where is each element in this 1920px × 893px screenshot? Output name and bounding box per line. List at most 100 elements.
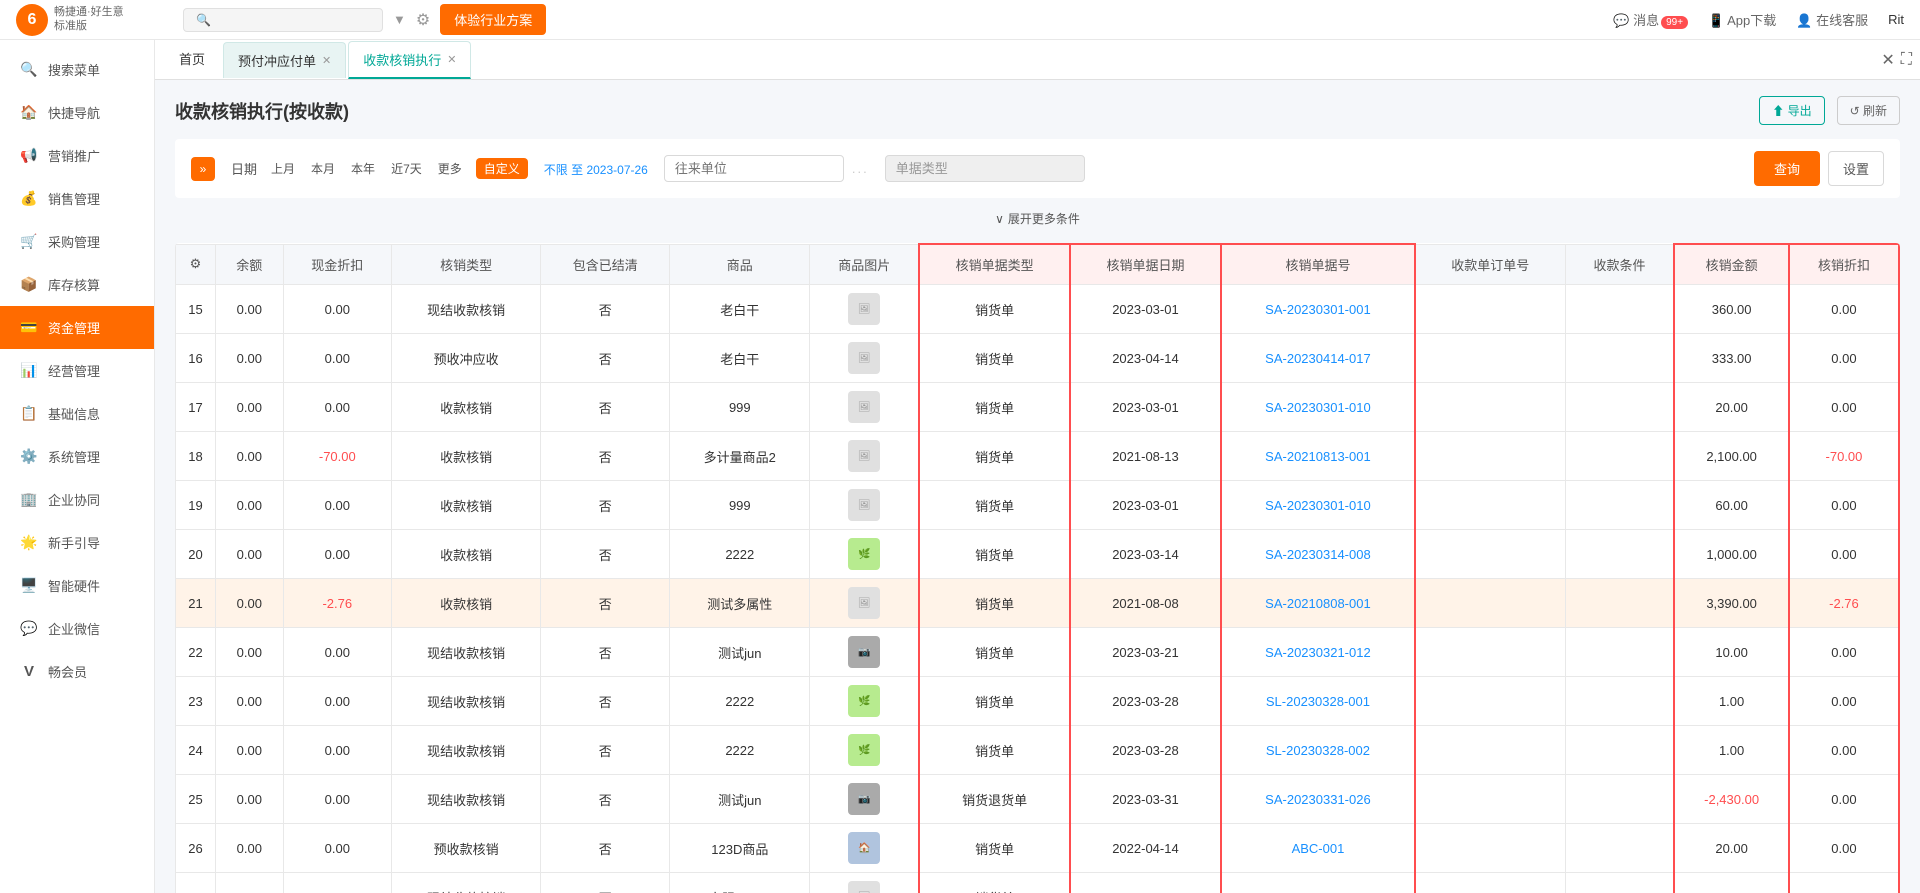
user-name[interactable]: Rit	[1888, 12, 1904, 27]
partner-input[interactable]	[664, 155, 844, 182]
cell-verify-receipt-date: 2023-03-21	[1070, 628, 1221, 677]
query-btn[interactable]: 查询	[1754, 151, 1820, 186]
online-service[interactable]: 👤 在线客服	[1796, 10, 1868, 29]
receipt-no-link[interactable]: SL-20230328-002	[1266, 743, 1370, 758]
cell-verify-receipt-no[interactable]: SA-20230314-008	[1221, 530, 1415, 579]
tab-close-all-btn[interactable]: ✕	[1881, 50, 1894, 70]
sidebar-item-base-info[interactable]: 📋 基础信息	[0, 392, 154, 435]
expand-more-btn[interactable]: ∨ 展开更多条件	[995, 210, 1080, 227]
date-btn-more[interactable]: 更多	[432, 158, 468, 179]
gear-icon[interactable]: ⚙	[416, 10, 430, 30]
cell-verify-receipt-date: 2023-03-28	[1070, 726, 1221, 775]
receipt-no-link[interactable]: SA-20230301-010	[1265, 400, 1371, 415]
settings-btn[interactable]: 设置	[1828, 151, 1884, 186]
date-btn-last-month[interactable]: 上月	[265, 158, 301, 179]
message-icon[interactable]: 💬 消息99+	[1613, 10, 1688, 29]
receipt-no-link[interactable]: SA-20210808-001	[1265, 596, 1371, 611]
cell-balance: 0.00	[216, 481, 284, 530]
cell-verify-receipt-no[interactable]: SL-20230408-001	[1221, 873, 1415, 893]
tab-prepay[interactable]: 预付冲应付单 ✕	[223, 42, 346, 78]
sidebar-item-member[interactable]: V 畅会员	[0, 650, 154, 693]
cell-verify-receipt-date: 2023-03-01	[1070, 481, 1221, 530]
cell-receipt-condition	[1565, 677, 1674, 726]
sidebar-item-system[interactable]: ⚙️ 系统管理	[0, 435, 154, 478]
sidebar-item-marketing[interactable]: 📢 营销推广	[0, 134, 154, 177]
cell-include-settled: 否	[541, 285, 670, 334]
sidebar-item-finance[interactable]: 💳 资金管理	[0, 306, 154, 349]
sidebar-label-member: 畅会员	[48, 662, 87, 681]
table-row: 25 0.00 0.00 现结收款核销 否 测试jun 📷 销货退货单 2023…	[176, 775, 1900, 824]
partner-dots[interactable]: ...	[852, 161, 869, 176]
cell-verify-type: 预收款核销	[392, 824, 541, 873]
cell-no: 25	[176, 775, 216, 824]
tab-receivable-close[interactable]: ✕	[447, 53, 456, 66]
wechat-icon: 💬	[20, 620, 38, 638]
cell-verify-type: 现结收款核销	[392, 726, 541, 775]
col-goods-image: 商品图片	[810, 244, 919, 285]
cell-include-settled: 否	[541, 628, 670, 677]
filter-date-group: 日期 上月 本月 本年 近7天 更多 自定义	[231, 158, 528, 179]
cell-verify-receipt-no[interactable]: SA-20210813-001	[1221, 432, 1415, 481]
sidebar-item-hardware[interactable]: 🖥️ 智能硬件	[0, 564, 154, 607]
expand-chevron-icon: ∨	[995, 212, 1004, 226]
date-btn-7days[interactable]: 近7天	[385, 158, 428, 179]
sidebar-item-sales[interactable]: 💰 销售管理	[0, 177, 154, 220]
cell-no: 17	[176, 383, 216, 432]
date-btn-this-month[interactable]: 本月	[305, 158, 341, 179]
tab-receivable[interactable]: 收款核销执行 ✕	[348, 41, 471, 79]
sidebar-item-search-menu[interactable]: 🔍 搜索菜单	[0, 48, 154, 91]
cell-verify-receipt-no[interactable]: SA-20230301-010	[1221, 383, 1415, 432]
filter-receipt-type-group: 单据类型	[885, 155, 1085, 182]
tab-expand-btn[interactable]: ⛶	[1901, 50, 1912, 70]
cell-verify-receipt-no[interactable]: SA-20230414-017	[1221, 334, 1415, 383]
cell-receipt-condition	[1565, 285, 1674, 334]
col-settings[interactable]: ⚙	[176, 244, 216, 285]
cell-verify-receipt-no[interactable]: SA-20230321-012	[1221, 628, 1415, 677]
receipt-no-link[interactable]: SA-20230301-001	[1265, 302, 1371, 317]
tab-home[interactable]: 首页	[163, 41, 221, 78]
date-btn-this-year[interactable]: 本年	[345, 158, 381, 179]
receipt-no-link[interactable]: SA-20210813-001	[1265, 449, 1371, 464]
export-btn[interactable]: ⬆ 导出	[1759, 96, 1824, 125]
app-download[interactable]: 📱 App下载	[1708, 10, 1776, 29]
industry-btn[interactable]: 体验行业方案	[440, 4, 546, 35]
receipt-no-link[interactable]: SA-20230301-010	[1265, 498, 1371, 513]
receipt-no-link[interactable]: SA-20230321-012	[1265, 645, 1371, 660]
cell-verify-receipt-no[interactable]: SL-20230328-002	[1221, 726, 1415, 775]
cell-verify-receipt-no[interactable]: SA-20230301-010	[1221, 481, 1415, 530]
filter-toggle-btn[interactable]: »	[191, 157, 215, 181]
sidebar-item-wechat[interactable]: 💬 企业微信	[0, 607, 154, 650]
refresh-btn[interactable]: ↺ 刷新	[1837, 96, 1900, 125]
cell-verify-receipt-no[interactable]: SA-20230331-026	[1221, 775, 1415, 824]
cell-verify-receipt-no[interactable]: SA-20210808-001	[1221, 579, 1415, 628]
cell-receipt-condition	[1565, 775, 1674, 824]
cell-verify-discount: 0.00	[1789, 775, 1899, 824]
sidebar-item-quick-nav[interactable]: 🏠 快捷导航	[0, 91, 154, 134]
cell-verify-receipt-no[interactable]: SA-20230301-001	[1221, 285, 1415, 334]
cell-verify-receipt-no[interactable]: SL-20230328-001	[1221, 677, 1415, 726]
receipt-no-link[interactable]: SA-20230414-017	[1265, 351, 1371, 366]
dropdown-arrow[interactable]: ▼	[393, 12, 406, 27]
receipt-no-link[interactable]: ABC-001	[1292, 841, 1345, 856]
receipt-no-link[interactable]: SA-20230314-008	[1265, 547, 1371, 562]
date-custom-btn[interactable]: 自定义	[476, 158, 528, 179]
sidebar-item-guide[interactable]: 🌟 新手引导	[0, 521, 154, 564]
cell-verify-receipt-no[interactable]: ABC-001	[1221, 824, 1415, 873]
receipt-no-link[interactable]: SL-20230408-001	[1266, 890, 1370, 893]
sidebar-item-inventory[interactable]: 📦 库存核算	[0, 263, 154, 306]
tab-prepay-close[interactable]: ✕	[322, 54, 331, 67]
purchase-icon: 🛒	[20, 233, 38, 251]
sidebar-item-business[interactable]: 📊 经营管理	[0, 349, 154, 392]
receipt-type-select[interactable]: 单据类型	[885, 155, 1085, 182]
col-receipt-order-no: 收款单订单号	[1415, 244, 1565, 285]
top-search-box[interactable]: 🔍	[183, 8, 383, 32]
cell-verify-amount: 333.00	[1674, 334, 1789, 383]
cell-verify-receipt-type: 销货单	[919, 530, 1070, 579]
sidebar-item-corp[interactable]: 🏢 企业协同	[0, 478, 154, 521]
receipt-no-link[interactable]: SA-20230331-026	[1265, 792, 1371, 807]
table-scroll[interactable]: ⚙ 余额 现金折扣 核销类型 包含已结清 商品 商品图片 核销单据类型 核销单据…	[175, 243, 1900, 893]
receipt-no-link[interactable]: SL-20230328-001	[1266, 694, 1370, 709]
cell-verify-type: 现结收款核销	[392, 628, 541, 677]
sidebar-item-purchase[interactable]: 🛒 采购管理	[0, 220, 154, 263]
cell-goods: 测试jun	[670, 775, 810, 824]
